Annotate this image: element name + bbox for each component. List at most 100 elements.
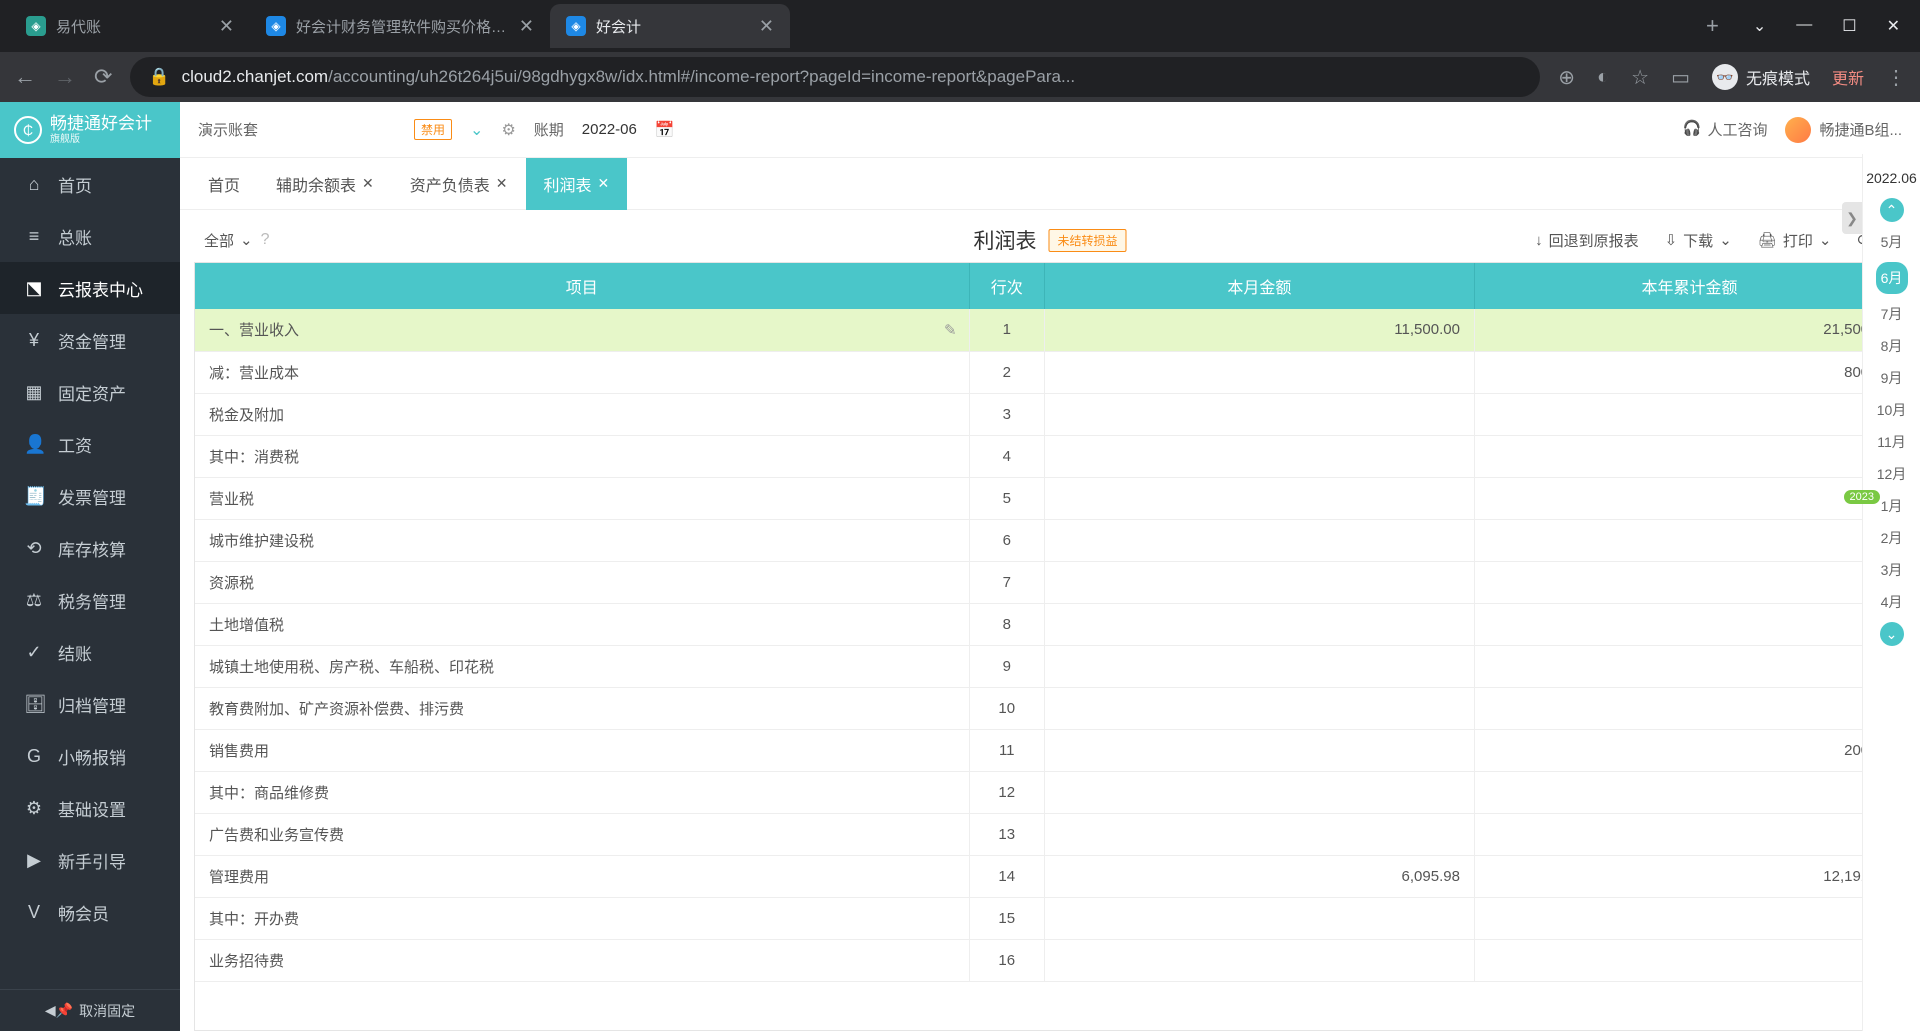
table-row[interactable]: 其中：开办费 15 — [195, 897, 1905, 939]
rail-month[interactable]: 6月 — [1876, 262, 1908, 294]
table-row[interactable]: 其中：商品维修费 12 — [195, 771, 1905, 813]
window-maximize-icon[interactable]: ☐ — [1842, 16, 1856, 36]
table-row[interactable]: 其中：消费税 4 — [195, 435, 1905, 477]
page-tab[interactable]: 利润表✕ — [526, 158, 628, 210]
rail-up-icon[interactable]: ⌃ — [1880, 198, 1904, 222]
sidebar-item[interactable]: ▶ 新手引导 — [0, 834, 180, 886]
page-tab[interactable]: 首页 — [190, 158, 258, 210]
table-row[interactable]: 资源税 7 — [195, 561, 1905, 603]
table-row[interactable]: 税金及附加 3 — [195, 393, 1905, 435]
new-tab-button[interactable]: + — [1692, 13, 1733, 39]
download-button[interactable]: ⇩下载⌄ — [1665, 230, 1732, 251]
table-row[interactable]: 业务招待费 16 — [195, 939, 1905, 981]
url-input[interactable]: 🔒 cloud2.chanjet.com/accounting/uh26t264… — [130, 57, 1540, 97]
table-row[interactable]: 营业税 5 — [195, 477, 1905, 519]
collapse-rail-button[interactable]: ❯ — [1842, 202, 1862, 234]
rail-month[interactable]: 11月 — [1876, 426, 1908, 458]
rail-month[interactable]: 5月 — [1876, 226, 1908, 258]
back-icon[interactable]: ← — [14, 64, 36, 90]
col-header-line: 行次 — [969, 263, 1044, 309]
browser-tab[interactable]: ◈ 易代账 ✕ — [10, 4, 250, 48]
period-value[interactable]: 2022-06 — [582, 121, 637, 138]
account-dropdown-icon[interactable]: ⌄ — [470, 120, 483, 140]
browser-tab[interactable]: ◈ 好会计 ✕ — [550, 4, 790, 48]
page-tab-close-icon[interactable]: ✕ — [598, 175, 610, 192]
account-settings-icon[interactable]: ⚙ — [501, 120, 515, 140]
sidebar-item[interactable]: ✓ 结账 — [0, 626, 180, 678]
chevron-down-icon: ⌄ — [1819, 231, 1832, 249]
tab-close-icon[interactable]: ✕ — [219, 16, 234, 37]
table-row[interactable]: 城镇土地使用税、房产税、车船税、印花税 9 — [195, 645, 1905, 687]
unpin-button[interactable]: ◀📌 取消固定 — [0, 989, 180, 1031]
rail-month[interactable]: 3月 — [1881, 554, 1903, 586]
cell-line: 3 — [969, 393, 1044, 435]
app-logo[interactable]: ₵ 畅捷通好会计 旗舰版 — [0, 102, 180, 158]
rail-down-icon[interactable]: ⌄ — [1880, 622, 1904, 646]
help-icon[interactable]: ? — [261, 231, 270, 249]
zoom-icon[interactable]: ⊕ — [1558, 65, 1575, 90]
rail-year[interactable]: 2022.06 — [1866, 162, 1917, 194]
sidebar-item[interactable]: ▦ 固定资产 — [0, 366, 180, 418]
sidebar-item[interactable]: ≡ 总账 — [0, 210, 180, 262]
edit-icon[interactable]: ✎ — [944, 321, 957, 339]
sidebar-item[interactable]: ⚙ 基础设置 — [0, 782, 180, 834]
rail-month[interactable]: 1月 — [1881, 490, 1903, 522]
sidebar-item[interactable]: ⚖ 税务管理 — [0, 574, 180, 626]
cell-year-amount: 200.00 — [1474, 729, 1904, 771]
rail-month[interactable]: 2月 — [1881, 522, 1903, 554]
browser-tab[interactable]: ◈ 好会计财务管理软件购买价格及... ✕ — [250, 4, 550, 48]
sidebar-item[interactable]: ⬔ 云报表中心 — [0, 262, 180, 314]
sidebar-item[interactable]: ⟲ 库存核算 — [0, 522, 180, 574]
reading-list-icon[interactable]: ▭ — [1671, 65, 1690, 90]
cell-item: 城镇土地使用税、房产税、车船税、印花税 — [195, 645, 969, 687]
sidebar-item[interactable]: 🧾 发票管理 — [0, 470, 180, 522]
update-button[interactable]: 更新 — [1832, 65, 1864, 89]
cell-month-amount — [1044, 645, 1474, 687]
print-button[interactable]: 🖨打印⌄ — [1758, 230, 1832, 251]
page-tab[interactable]: 资产负债表✕ — [392, 158, 526, 210]
page-tab-close-icon[interactable]: ✕ — [362, 175, 374, 192]
bookmark-icon[interactable]: ☆ — [1631, 65, 1649, 90]
window-minimize-icon[interactable]: ― — [1796, 16, 1812, 36]
rail-month[interactable]: 7月 — [1876, 298, 1908, 330]
revert-button[interactable]: ↓回退到原报表 — [1535, 230, 1639, 251]
filter-dropdown[interactable]: 全部 ⌄ — [194, 230, 253, 251]
cell-item: 城市维护建设税 — [195, 519, 969, 561]
menu-icon[interactable]: ⋮ — [1886, 65, 1906, 90]
sidebar-item[interactable]: 👤 工资 — [0, 418, 180, 470]
help-button[interactable]: 🎧 人工咨询 — [1683, 119, 1768, 140]
sidebar-item-icon: ⟲ — [24, 538, 44, 559]
rail-month[interactable]: 8月 — [1876, 330, 1908, 362]
user-menu[interactable]: 畅捷通B组... — [1785, 117, 1902, 143]
sidebar-item[interactable]: G 小畅报销 — [0, 730, 180, 782]
rail-month[interactable]: 10月 — [1876, 394, 1908, 426]
rail-month[interactable]: 9月 — [1876, 362, 1908, 394]
rail-month[interactable]: 12月 — [1876, 458, 1908, 490]
table-row[interactable]: 广告费和业务宣传费 13 — [195, 813, 1905, 855]
page-tab-close-icon[interactable]: ✕ — [496, 175, 508, 192]
sidebar-item[interactable]: V 畅会员 — [0, 886, 180, 938]
cell-month-amount — [1044, 813, 1474, 855]
table-row[interactable]: 销售费用 11 200.00 — [195, 729, 1905, 771]
table-row[interactable]: 管理费用 14 6,095.98 12,191.96 — [195, 855, 1905, 897]
calendar-icon[interactable]: 📅 — [655, 120, 675, 140]
rail-month[interactable]: 4月 — [1881, 586, 1903, 618]
tab-close-icon[interactable]: ✕ — [759, 16, 774, 37]
window-close-icon[interactable]: ✕ — [1887, 16, 1900, 36]
sidebar-item-icon: ¥ — [24, 330, 44, 351]
page-tab[interactable]: 辅助余额表✕ — [258, 158, 392, 210]
table-row[interactable]: 城市维护建设税 6 — [195, 519, 1905, 561]
reload-icon[interactable]: ⟳ — [94, 64, 112, 90]
sidebar-item[interactable]: 🗄 归档管理 — [0, 678, 180, 730]
sidebar-item[interactable]: ⌂ 首页 — [0, 158, 180, 210]
table-row[interactable]: 土地增值税 8 — [195, 603, 1905, 645]
table-row[interactable]: 减：营业成本 2 800.00 — [195, 351, 1905, 393]
table-row[interactable]: 一、营业收入✎ 1 11,500.00 21,500.00 — [195, 309, 1905, 351]
tab-close-icon[interactable]: ✕ — [519, 16, 534, 37]
extension-icon[interactable]: ◐ — [1597, 66, 1609, 89]
sidebar-item[interactable]: ¥ 资金管理 — [0, 314, 180, 366]
window-caret-icon[interactable]: ⌄ — [1753, 16, 1766, 36]
account-name[interactable]: 演示账套 — [198, 119, 258, 140]
table-row[interactable]: 教育费附加、矿产资源补偿费、排污费 10 — [195, 687, 1905, 729]
cell-item: 业务招待费 — [195, 939, 969, 981]
